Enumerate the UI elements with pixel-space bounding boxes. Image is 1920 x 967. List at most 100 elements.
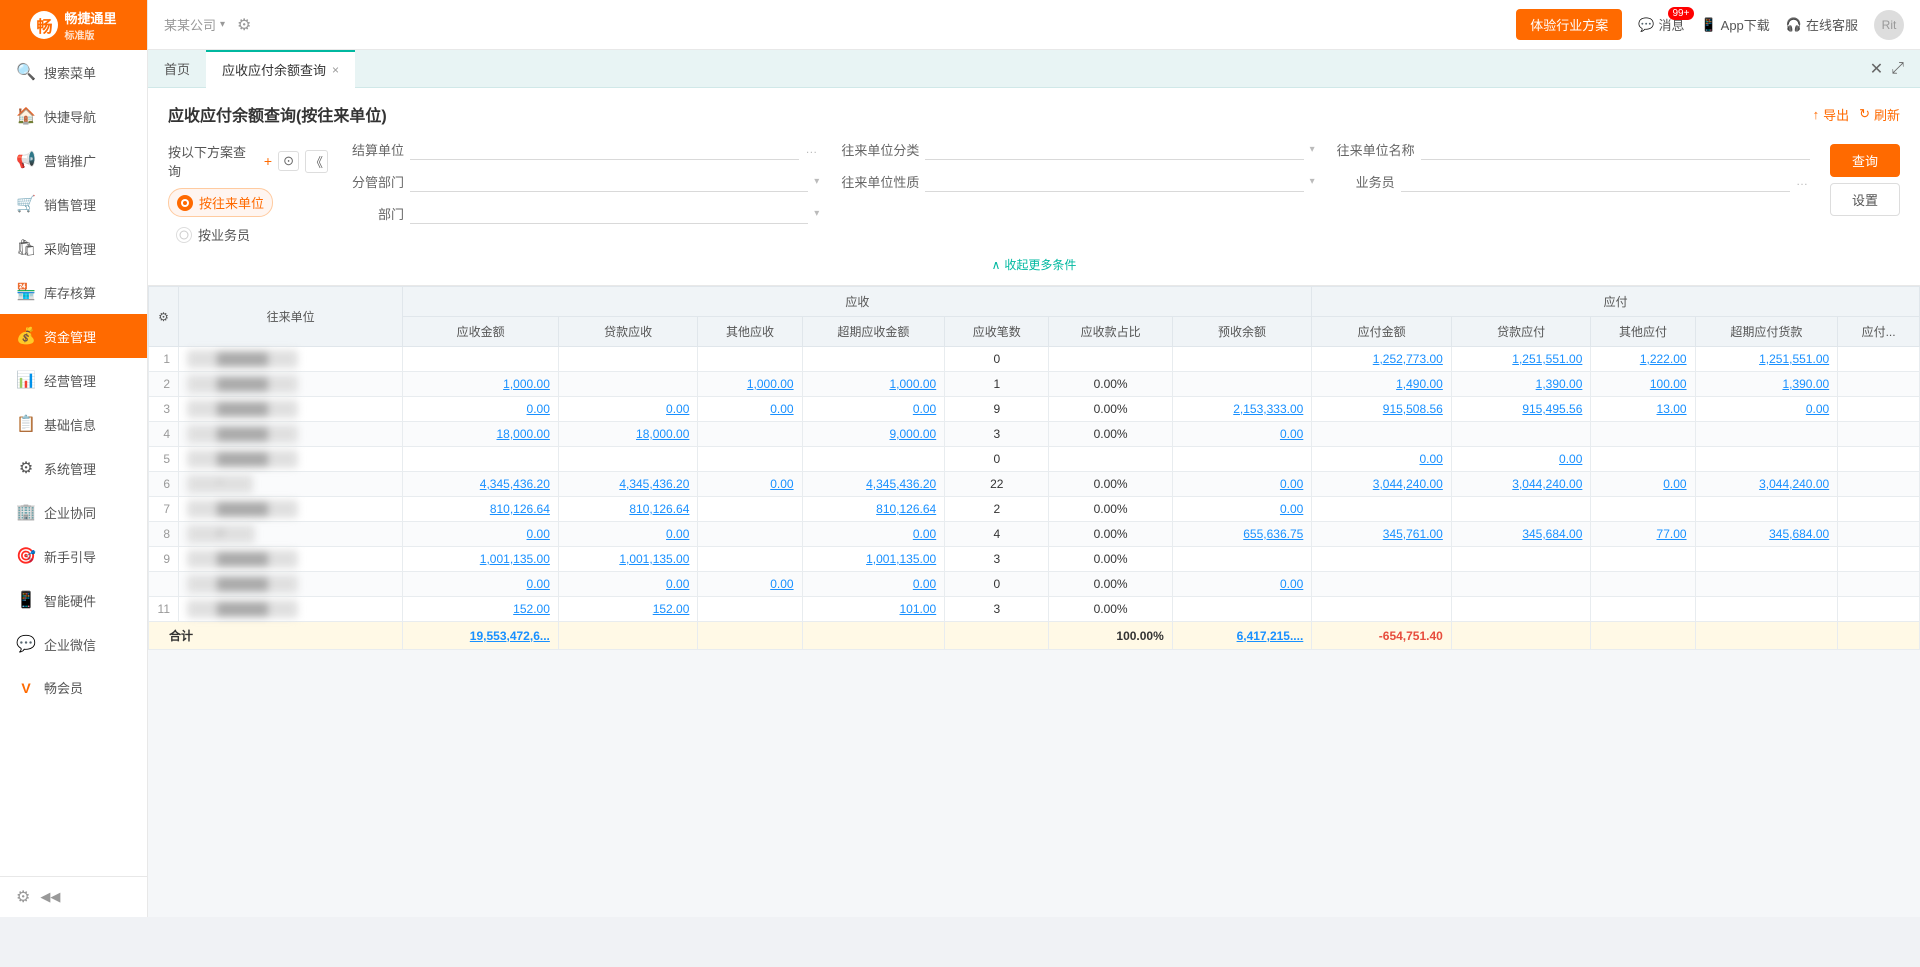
ap_amount-cell[interactable]: 0.00 bbox=[1312, 447, 1452, 472]
filter-collapse-icon[interactable]: 《 bbox=[305, 150, 328, 173]
prepay_balance-cell[interactable]: 0.00 bbox=[1172, 472, 1312, 497]
counterparty-category-input[interactable] bbox=[925, 138, 1303, 160]
loan_receivable-cell[interactable]: 152.00 bbox=[558, 597, 698, 622]
prepay_balance-cell[interactable]: 0.00 bbox=[1172, 497, 1312, 522]
sidebar-item-corp[interactable]: 🏢 企业协同 bbox=[0, 490, 147, 534]
expand-window-icon[interactable]: ⤢ bbox=[1891, 60, 1904, 78]
loan_payable-cell[interactable]: 1,390.00 bbox=[1451, 372, 1591, 397]
sidebar-item-system[interactable]: ⚙ 系统管理 bbox=[0, 446, 147, 490]
sidebar-item-sales[interactable]: 🛒 销售管理 bbox=[0, 182, 147, 226]
sidebar-item-vip[interactable]: V 畅会员 bbox=[0, 666, 147, 709]
other_receivable-cell[interactable]: 1,000.00 bbox=[698, 372, 802, 397]
promo-button[interactable]: 体验行业方案 bbox=[1516, 9, 1622, 40]
settings-button[interactable]: 设置 bbox=[1830, 183, 1900, 216]
sidebar-item-purchase[interactable]: 🛍 采购管理 bbox=[0, 226, 147, 270]
total-prepay-balance[interactable]: 6,417,215.... bbox=[1172, 622, 1312, 650]
loan_payable-cell[interactable]: 345,684.00 bbox=[1451, 522, 1591, 547]
ar_amount-cell[interactable]: 1,001,135.00 bbox=[403, 547, 559, 572]
loan_receivable-cell[interactable]: 0.00 bbox=[558, 572, 698, 597]
department-input[interactable] bbox=[410, 170, 808, 192]
sidebar-item-operation[interactable]: 📊 经营管理 bbox=[0, 358, 147, 402]
ar_amount-cell[interactable]: 4,345,436.20 bbox=[403, 472, 559, 497]
sidebar-item-search[interactable]: 🔍 搜索菜单 bbox=[0, 50, 147, 94]
settings-icon[interactable]: ⚙ bbox=[237, 15, 251, 35]
export-action[interactable]: ↑ 导出 bbox=[1813, 105, 1850, 124]
refresh-action[interactable]: ↻ 刷新 bbox=[1859, 105, 1900, 124]
other_payable-cell[interactable]: 1,222.00 bbox=[1591, 347, 1695, 372]
collapse-sidebar-icon[interactable]: ◀◀ bbox=[40, 889, 60, 905]
counterparty-name-input[interactable] bbox=[1421, 138, 1810, 160]
other_payable-cell[interactable]: 100.00 bbox=[1591, 372, 1695, 397]
ap_amount-cell[interactable]: 1,490.00 bbox=[1312, 372, 1452, 397]
online-service-item[interactable]: 🎧 在线客服 bbox=[1786, 15, 1858, 34]
overdue_ar-cell[interactable]: 9,000.00 bbox=[802, 422, 945, 447]
sidebar-item-basic[interactable]: 📋 基础信息 bbox=[0, 402, 147, 446]
other_receivable-cell[interactable]: 0.00 bbox=[698, 397, 802, 422]
sidebar-item-quick-nav[interactable]: 🏠 快捷导航 bbox=[0, 94, 147, 138]
messages-item[interactable]: 💬 消息 99+ bbox=[1638, 15, 1684, 34]
close-tab-icon[interactable]: × bbox=[332, 63, 339, 77]
ar_amount-cell[interactable]: 0.00 bbox=[403, 397, 559, 422]
dept-input[interactable] bbox=[410, 202, 808, 224]
table-settings-icon[interactable]: ⚙ bbox=[158, 310, 169, 324]
ar_amount-cell[interactable]: 1,000.00 bbox=[403, 372, 559, 397]
loan_payable-cell[interactable]: 0.00 bbox=[1451, 447, 1591, 472]
other_payable-cell[interactable]: 13.00 bbox=[1591, 397, 1695, 422]
overdue_ar-cell[interactable]: 810,126.64 bbox=[802, 497, 945, 522]
ar_amount-cell[interactable]: 0.00 bbox=[403, 522, 559, 547]
add-filter-icon[interactable]: + bbox=[264, 153, 272, 169]
ar_amount-cell[interactable]: 0.00 bbox=[403, 572, 559, 597]
prepay_balance-cell[interactable]: 655,636.75 bbox=[1172, 522, 1312, 547]
sidebar-item-finance[interactable]: 💰 资金管理 bbox=[0, 314, 147, 358]
loan_receivable-cell[interactable]: 0.00 bbox=[558, 397, 698, 422]
query-button[interactable]: 查询 bbox=[1830, 144, 1900, 177]
overdue_ar-cell[interactable]: 4,345,436.20 bbox=[802, 472, 945, 497]
loan_receivable-cell[interactable]: 0.00 bbox=[558, 522, 698, 547]
sidebar-item-marketing[interactable]: 📢 营销推广 bbox=[0, 138, 147, 182]
settings-bottom-icon[interactable]: ⚙ bbox=[16, 887, 30, 907]
overdue_ar-cell[interactable]: 101.00 bbox=[802, 597, 945, 622]
overdue_ar-cell[interactable]: 1,001,135.00 bbox=[802, 547, 945, 572]
overdue_ap-cell[interactable]: 1,251,551.00 bbox=[1695, 347, 1838, 372]
prepay_balance-cell[interactable]: 0.00 bbox=[1172, 572, 1312, 597]
overdue_ap-cell[interactable]: 345,684.00 bbox=[1695, 522, 1838, 547]
overdue_ar-cell[interactable]: 1,000.00 bbox=[802, 372, 945, 397]
total-ar-amount[interactable]: 19,553,472,6... bbox=[403, 622, 559, 650]
app-download-item[interactable]: 📱 App下载 bbox=[1700, 15, 1769, 34]
loan_payable-cell[interactable]: 1,251,551.00 bbox=[1451, 347, 1591, 372]
close-window-icon[interactable]: ✕ bbox=[1870, 59, 1883, 79]
loan_receivable-cell[interactable]: 18,000.00 bbox=[558, 422, 698, 447]
sidebar-item-inventory[interactable]: 🏪 库存核算 bbox=[0, 270, 147, 314]
sidebar-item-guide[interactable]: 🎯 新手引导 bbox=[0, 534, 147, 578]
user-avatar[interactable]: Rit bbox=[1874, 10, 1904, 40]
prepay_balance-cell[interactable]: 0.00 bbox=[1172, 422, 1312, 447]
tab-query[interactable]: 应收应付余额查询 × bbox=[206, 50, 355, 88]
ap_amount-cell[interactable]: 1,252,773.00 bbox=[1312, 347, 1452, 372]
tab-home[interactable]: 首页 bbox=[148, 50, 206, 88]
loan_payable-cell[interactable]: 915,495.56 bbox=[1451, 397, 1591, 422]
ar_amount-cell[interactable]: 18,000.00 bbox=[403, 422, 559, 447]
overdue_ar-cell[interactable]: 0.00 bbox=[802, 397, 945, 422]
ap_amount-cell[interactable]: 915,508.56 bbox=[1312, 397, 1452, 422]
ar_amount-cell[interactable]: 810,126.64 bbox=[403, 497, 559, 522]
settlement-unit-input[interactable] bbox=[410, 138, 799, 160]
query-option-by-salesperson[interactable]: 按业务员 bbox=[168, 221, 328, 248]
collapse-conditions[interactable]: ∧ 收起更多条件 bbox=[168, 256, 1900, 273]
sidebar-item-wechat[interactable]: 💬 企业微信 bbox=[0, 622, 147, 666]
loan_receivable-cell[interactable]: 1,001,135.00 bbox=[558, 547, 698, 572]
ap_amount-cell[interactable]: 345,761.00 bbox=[1312, 522, 1452, 547]
overdue_ap-cell[interactable]: 0.00 bbox=[1695, 397, 1838, 422]
overdue_ar-cell[interactable]: 0.00 bbox=[802, 572, 945, 597]
other_receivable-cell[interactable]: 0.00 bbox=[698, 572, 802, 597]
loan_receivable-cell[interactable]: 810,126.64 bbox=[558, 497, 698, 522]
ap_amount-cell[interactable]: 3,044,240.00 bbox=[1312, 472, 1452, 497]
loan_payable-cell[interactable]: 3,044,240.00 bbox=[1451, 472, 1591, 497]
other_payable-cell[interactable]: 0.00 bbox=[1591, 472, 1695, 497]
ar_amount-cell[interactable]: 152.00 bbox=[403, 597, 559, 622]
overdue_ap-cell[interactable]: 3,044,240.00 bbox=[1695, 472, 1838, 497]
settings-col-header[interactable]: ⚙ bbox=[149, 287, 179, 347]
overdue_ar-cell[interactable]: 0.00 bbox=[802, 522, 945, 547]
prepay_balance-cell[interactable]: 2,153,333.00 bbox=[1172, 397, 1312, 422]
salesperson-input[interactable] bbox=[1401, 170, 1790, 192]
sidebar-item-hardware[interactable]: 📱 智能硬件 bbox=[0, 578, 147, 622]
